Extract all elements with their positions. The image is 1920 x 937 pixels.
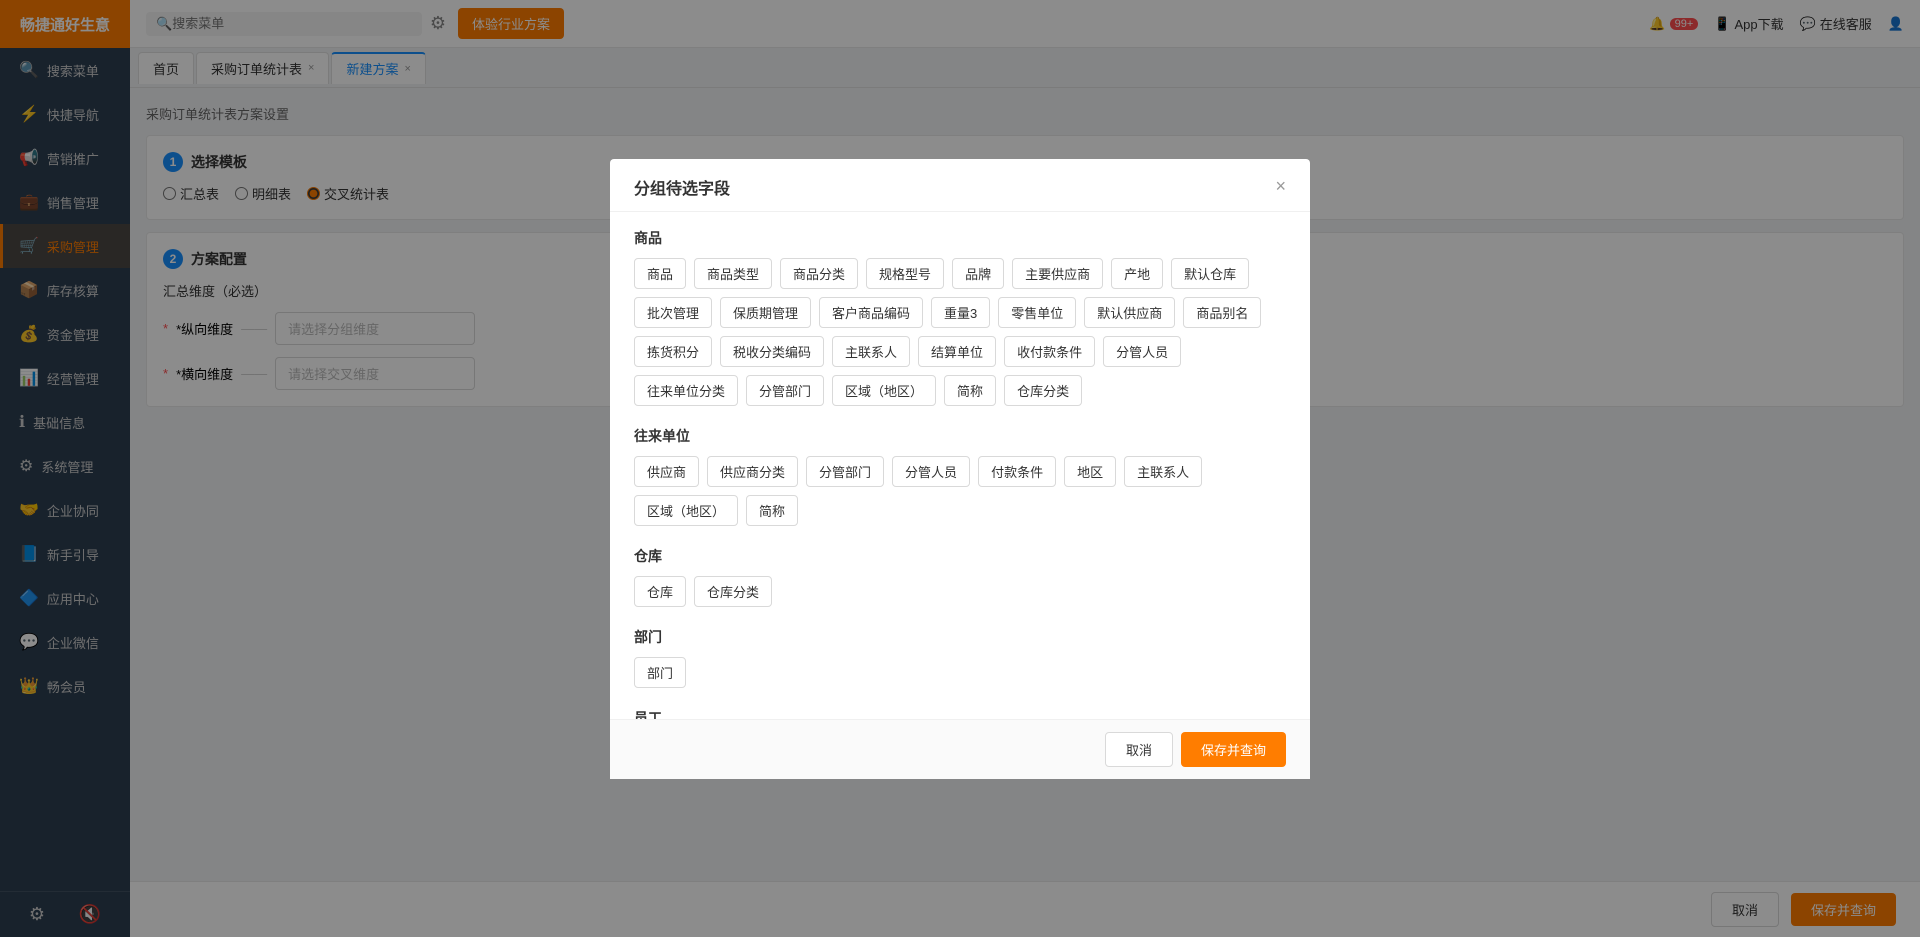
modal-close-btn[interactable]: ×	[1275, 176, 1286, 197]
field-tag-0-1[interactable]: 商品类型	[694, 258, 772, 289]
field-tag-2-0[interactable]: 仓库	[634, 576, 686, 607]
field-tag-1-2[interactable]: 分管部门	[806, 456, 884, 487]
field-tag-0-23[interactable]: 区域（地区）	[832, 375, 936, 406]
field-tag-0-9[interactable]: 保质期管理	[720, 297, 811, 328]
field-tag-2-1[interactable]: 仓库分类	[694, 576, 772, 607]
field-tag-1-3[interactable]: 分管人员	[892, 456, 970, 487]
field-group-title-0: 商品	[634, 228, 1286, 248]
field-group-title-4: 员工	[634, 708, 1286, 719]
field-tag-0-16[interactable]: 税收分类编码	[720, 336, 824, 367]
field-tag-0-25[interactable]: 仓库分类	[1004, 375, 1082, 406]
field-tag-1-8[interactable]: 简称	[746, 495, 798, 526]
field-tag-0-11[interactable]: 重量3	[931, 297, 990, 328]
field-tag-0-8[interactable]: 批次管理	[634, 297, 712, 328]
field-tag-3-0[interactable]: 部门	[634, 657, 686, 688]
field-group-1: 往来单位供应商供应商分类分管部门分管人员付款条件地区主联系人区域（地区） 简称	[634, 426, 1286, 526]
field-group-title-2: 仓库	[634, 546, 1286, 566]
field-tag-0-22[interactable]: 分管部门	[746, 375, 824, 406]
field-tag-0-3[interactable]: 规格型号	[866, 258, 944, 289]
field-tags-2: 仓库仓库分类	[634, 576, 1286, 607]
field-tag-0-7[interactable]: 默认仓库	[1171, 258, 1249, 289]
field-tag-0-18[interactable]: 结算单位	[918, 336, 996, 367]
field-group-3: 部门部门	[634, 627, 1286, 688]
field-tag-1-6[interactable]: 主联系人	[1124, 456, 1202, 487]
field-tags-3: 部门	[634, 657, 1286, 688]
field-tag-1-5[interactable]: 地区	[1064, 456, 1116, 487]
field-tag-1-4[interactable]: 付款条件	[978, 456, 1056, 487]
field-tag-0-17[interactable]: 主联系人	[832, 336, 910, 367]
field-group-title-1: 往来单位	[634, 426, 1286, 446]
modal-overlay: 分组待选字段 × 商品商品商品类型商品分类规格型号品牌主要供应商产地默认仓库批次…	[0, 0, 1920, 937]
field-tag-0-4[interactable]: 品牌	[952, 258, 1004, 289]
field-group-0: 商品商品商品类型商品分类规格型号品牌主要供应商产地默认仓库批次管理保质期管理客户…	[634, 228, 1286, 406]
modal-cancel-btn[interactable]: 取消	[1105, 732, 1173, 767]
field-tag-0-12[interactable]: 零售单位	[998, 297, 1076, 328]
field-tag-0-14[interactable]: 商品别名	[1183, 297, 1261, 328]
field-tag-0-5[interactable]: 主要供应商	[1012, 258, 1103, 289]
field-tag-0-2[interactable]: 商品分类	[780, 258, 858, 289]
field-tag-1-0[interactable]: 供应商	[634, 456, 699, 487]
field-tag-0-13[interactable]: 默认供应商	[1084, 297, 1175, 328]
field-tag-0-10[interactable]: 客户商品编码	[819, 297, 923, 328]
field-tag-0-0[interactable]: 商品	[634, 258, 686, 289]
field-group-title-3: 部门	[634, 627, 1286, 647]
field-tags-0: 商品商品类型商品分类规格型号品牌主要供应商产地默认仓库批次管理保质期管理客户商品…	[634, 258, 1286, 406]
field-group-2: 仓库仓库仓库分类	[634, 546, 1286, 607]
modal-footer: 取消 保存并查询	[610, 719, 1310, 779]
field-tag-0-19[interactable]: 收付款条件	[1004, 336, 1095, 367]
field-tag-0-24[interactable]: 简称	[944, 375, 996, 406]
modal-body: 商品商品商品类型商品分类规格型号品牌主要供应商产地默认仓库批次管理保质期管理客户…	[610, 212, 1310, 719]
field-tag-0-20[interactable]: 分管人员	[1103, 336, 1181, 367]
field-tags-1: 供应商供应商分类分管部门分管人员付款条件地区主联系人区域（地区） 简称	[634, 456, 1286, 526]
field-tag-0-15[interactable]: 拣货积分	[634, 336, 712, 367]
field-tag-0-21[interactable]: 往来单位分类	[634, 375, 738, 406]
modal-title: 分组待选字段	[634, 175, 730, 199]
field-tag-1-1[interactable]: 供应商分类	[707, 456, 798, 487]
field-tag-0-6[interactable]: 产地	[1111, 258, 1163, 289]
modal: 分组待选字段 × 商品商品商品类型商品分类规格型号品牌主要供应商产地默认仓库批次…	[610, 159, 1310, 779]
modal-confirm-btn[interactable]: 保存并查询	[1181, 732, 1286, 767]
field-group-4: 员工业务员	[634, 708, 1286, 719]
field-tag-1-7[interactable]: 区域（地区）	[634, 495, 738, 526]
modal-header: 分组待选字段 ×	[610, 159, 1310, 212]
